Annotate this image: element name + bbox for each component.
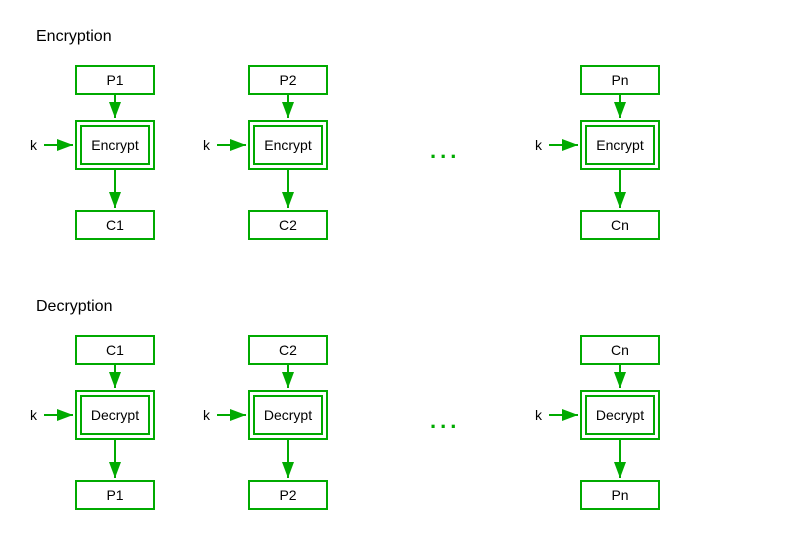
dec1-output-label: P1 xyxy=(106,487,123,503)
enc1-output-box: C1 xyxy=(75,210,155,240)
dec1-key-label: k xyxy=(30,407,37,423)
enc1-key-label: k xyxy=(30,137,37,153)
enc2-input-box: P2 xyxy=(248,65,328,95)
dec2-input-box: C2 xyxy=(248,335,328,365)
encryption-dots: ... xyxy=(430,138,460,164)
encn-output-box: Cn xyxy=(580,210,660,240)
encn-input-label: Pn xyxy=(611,72,628,88)
dec1-operation-label: Decrypt xyxy=(91,407,139,423)
enc2-operation-label: Encrypt xyxy=(264,137,311,153)
enc1-operation-box: Encrypt xyxy=(75,120,155,170)
decryption-label: Decryption xyxy=(36,298,112,316)
encn-operation-box: Encrypt xyxy=(580,120,660,170)
dec1-operation-box: Decrypt xyxy=(75,390,155,440)
enc1-operation-label: Encrypt xyxy=(91,137,138,153)
encn-output-label: Cn xyxy=(611,217,629,233)
decn-key-label: k xyxy=(535,407,542,423)
dec2-input-label: C2 xyxy=(279,342,297,358)
enc1-input-label: P1 xyxy=(106,72,123,88)
dec1-input-box: C1 xyxy=(75,335,155,365)
dec2-output-label: P2 xyxy=(279,487,296,503)
decn-input-label: Cn xyxy=(611,342,629,358)
decn-input-box: Cn xyxy=(580,335,660,365)
enc2-operation-box: Encrypt xyxy=(248,120,328,170)
enc1-output-label: C1 xyxy=(106,217,124,233)
enc2-output-box: C2 xyxy=(248,210,328,240)
enc1-input-box: P1 xyxy=(75,65,155,95)
dec1-output-box: P1 xyxy=(75,480,155,510)
encn-operation-label: Encrypt xyxy=(596,137,643,153)
decn-operation-label: Decrypt xyxy=(596,407,644,423)
dec2-output-box: P2 xyxy=(248,480,328,510)
dec2-operation-label: Decrypt xyxy=(264,407,312,423)
enc2-key-label: k xyxy=(203,137,210,153)
encryption-label: Encryption xyxy=(36,28,112,46)
decn-operation-box: Decrypt xyxy=(580,390,660,440)
decryption-dots: ... xyxy=(430,408,460,434)
encn-input-box: Pn xyxy=(580,65,660,95)
dec1-input-label: C1 xyxy=(106,342,124,358)
enc2-output-label: C2 xyxy=(279,217,297,233)
decn-output-box: Pn xyxy=(580,480,660,510)
dec2-operation-box: Decrypt xyxy=(248,390,328,440)
encn-key-label: k xyxy=(535,137,542,153)
decn-output-label: Pn xyxy=(611,487,628,503)
enc2-input-label: P2 xyxy=(279,72,296,88)
dec2-key-label: k xyxy=(203,407,210,423)
